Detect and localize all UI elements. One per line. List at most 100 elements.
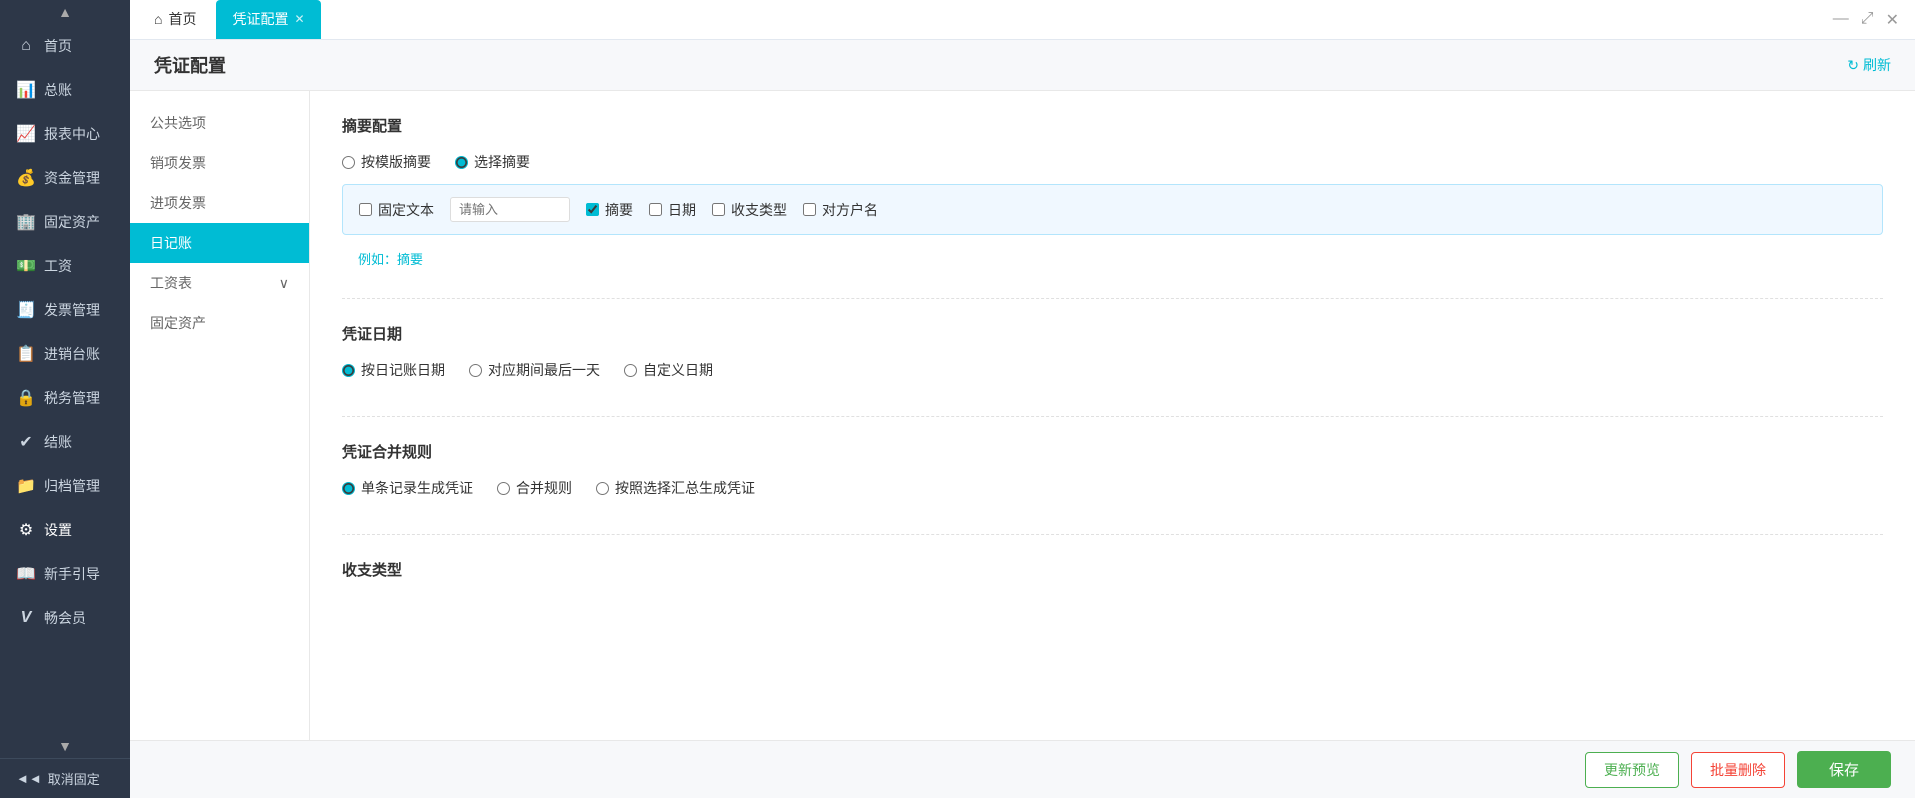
salary-icon: 💵 [16, 256, 36, 276]
settings-icon: ⚙ [16, 520, 36, 540]
example-text: 例如：摘要 [342, 243, 1883, 274]
window-controls: — ⤢ ✕ [1833, 10, 1907, 30]
sidebar-item-vip[interactable]: V 畅会员 [0, 596, 130, 640]
left-nav-sales-invoice[interactable]: 销项发票 [130, 143, 309, 183]
batch-delete-button[interactable]: 批量删除 [1691, 752, 1785, 788]
summary-radio-group: 按模版摘要 选择摘要 [342, 152, 1883, 172]
maximize-btn[interactable]: ⤢ [1861, 10, 1874, 30]
date-section: 凭证日期 按日记账日期 对应期间最后一天 自定义日期 [342, 323, 1883, 417]
income-expense-title: 收支类型 [342, 559, 1883, 580]
date-radio-journal[interactable]: 按日记账日期 [342, 360, 445, 380]
merge-title: 凭证合并规则 [342, 441, 1883, 462]
tab-voucher-config[interactable]: 凭证配置 ✕ [216, 0, 320, 39]
merge-radio-merge[interactable]: 合并规则 [497, 478, 572, 498]
tab-close-icon[interactable]: ✕ [294, 12, 304, 26]
sidebar-item-archive[interactable]: 📁 归档管理 [0, 464, 130, 508]
income-expense-checkbox[interactable] [712, 203, 725, 216]
checkbox-income-expense[interactable]: 收支类型 [712, 200, 787, 220]
summary-section: 摘要配置 按模版摘要 选择摘要 [342, 115, 1883, 299]
left-nav: 公共选项 销项发票 进项发票 日记账 工资表 ∨ 固定资产 [130, 91, 310, 740]
invoice-icon: 🧾 [16, 300, 36, 320]
page-header: 凭证配置 ↻ 刷新 [130, 40, 1915, 91]
fixed-text-input[interactable] [450, 197, 570, 222]
date-radio-custom[interactable]: 自定义日期 [624, 360, 713, 380]
chart-icon: 📊 [16, 80, 36, 100]
sidebar-scroll-down[interactable]: ▼ [0, 734, 130, 758]
date-radio-custom-input[interactable] [624, 364, 637, 377]
sidebar-item-salary[interactable]: 💵 工资 [0, 244, 130, 288]
left-nav-payroll[interactable]: 工资表 ∨ [130, 263, 309, 303]
summary-checkbox-row: 固定文本 摘要 日期 收支类型 [342, 184, 1883, 235]
sidebar-unpin-btn[interactable]: ◄◄ 取消固定 [0, 758, 130, 798]
content-layout: 公共选项 销项发票 进项发票 日记账 工资表 ∨ 固定资产 [130, 91, 1915, 740]
merge-radio-summary-input[interactable] [596, 482, 609, 495]
sidebar-item-invoice[interactable]: 🧾 发票管理 [0, 288, 130, 332]
sidebar-item-home[interactable]: ⌂ 首页 [0, 24, 130, 68]
archive-icon: 📁 [16, 476, 36, 496]
summary-title: 摘要配置 [342, 115, 1883, 136]
date-radio-last-day-input[interactable] [469, 364, 482, 377]
sidebar-item-reports[interactable]: 📈 报表中心 [0, 112, 130, 156]
refresh-icon: ↻ [1847, 57, 1859, 74]
merge-radio-single[interactable]: 单条记录生成凭证 [342, 478, 473, 498]
sidebar-item-checkout[interactable]: ✔ 结账 [0, 420, 130, 464]
refresh-button[interactable]: ↻ 刷新 [1847, 55, 1891, 75]
income-expense-section: 收支类型 [342, 559, 1883, 620]
right-content: 摘要配置 按模版摘要 选择摘要 [310, 91, 1915, 740]
main-area: ⌂ 首页 凭证配置 ✕ — ⤢ ✕ 凭证配置 ↻ 刷新 公共选项 [130, 0, 1915, 798]
minimize-btn[interactable]: — [1833, 10, 1849, 30]
tax-icon: 🔒 [16, 388, 36, 408]
summary-checkbox[interactable] [586, 203, 599, 216]
report-icon: 📈 [16, 124, 36, 144]
sidebar-item-sales-ledger[interactable]: 📋 进销台账 [0, 332, 130, 376]
sales-ledger-icon: 📋 [16, 344, 36, 364]
summary-radio-template-input[interactable] [342, 156, 355, 169]
sidebar-item-assets[interactable]: 🏢 固定资产 [0, 200, 130, 244]
page-title: 凭证配置 [154, 52, 226, 78]
page-content: 凭证配置 ↻ 刷新 公共选项 销项发票 进项发票 日记账 [130, 40, 1915, 798]
checkbox-date[interactable]: 日期 [649, 200, 696, 220]
left-nav-fixed-assets[interactable]: 固定资产 [130, 303, 309, 343]
building-icon: 🏢 [16, 212, 36, 232]
sidebar-nav: ⌂ 首页 📊 总账 📈 报表中心 💰 资金管理 🏢 固定资产 💵 工资 🧾 发票… [0, 24, 130, 734]
left-nav-public-options[interactable]: 公共选项 [130, 103, 309, 143]
merge-radio-summary[interactable]: 按照选择汇总生成凭证 [596, 478, 755, 498]
sidebar: ▲ ⌂ 首页 📊 总账 📈 报表中心 💰 资金管理 🏢 固定资产 💵 工资 🧾 [0, 0, 130, 798]
update-preview-button[interactable]: 更新预览 [1585, 752, 1679, 788]
home-tab-icon: ⌂ [154, 11, 162, 27]
summary-radio-select[interactable]: 选择摘要 [455, 152, 530, 172]
merge-radio-single-input[interactable] [342, 482, 355, 495]
guide-icon: 📖 [16, 564, 36, 584]
left-nav-journal[interactable]: 日记账 [130, 223, 309, 263]
bottom-bar: 更新预览 批量删除 保存 [130, 740, 1915, 798]
close-btn[interactable]: ✕ [1886, 10, 1899, 30]
checkbox-fixed-text[interactable]: 固定文本 [359, 200, 434, 220]
sidebar-scroll-up[interactable]: ▲ [0, 0, 130, 24]
vip-icon: V [16, 609, 36, 627]
sidebar-item-tax[interactable]: 🔒 税务管理 [0, 376, 130, 420]
checkout-icon: ✔ [16, 432, 36, 452]
home-icon: ⌂ [16, 37, 36, 55]
sidebar-item-ledger[interactable]: 📊 总账 [0, 68, 130, 112]
sidebar-item-settings[interactable]: ⚙ 设置 [0, 508, 130, 552]
tab-bar: ⌂ 首页 凭证配置 ✕ — ⤢ ✕ [130, 0, 1915, 40]
sidebar-item-funds[interactable]: 💰 资金管理 [0, 156, 130, 200]
date-radio-group: 按日记账日期 对应期间最后一天 自定义日期 [342, 360, 1883, 380]
summary-radio-template[interactable]: 按模版摘要 [342, 152, 431, 172]
date-title: 凭证日期 [342, 323, 1883, 344]
fixed-text-checkbox[interactable] [359, 203, 372, 216]
date-radio-journal-input[interactable] [342, 364, 355, 377]
unpin-icon: ◄◄ [16, 771, 42, 786]
date-radio-last-day[interactable]: 对应期间最后一天 [469, 360, 600, 380]
date-checkbox[interactable] [649, 203, 662, 216]
sidebar-item-guide[interactable]: 📖 新手引导 [0, 552, 130, 596]
merge-radio-merge-input[interactable] [497, 482, 510, 495]
checkbox-counterpart[interactable]: 对方户名 [803, 200, 878, 220]
merge-radio-group: 单条记录生成凭证 合并规则 按照选择汇总生成凭证 [342, 478, 1883, 498]
tab-home[interactable]: ⌂ 首页 [138, 0, 212, 39]
save-button[interactable]: 保存 [1797, 751, 1891, 788]
summary-radio-select-input[interactable] [455, 156, 468, 169]
left-nav-purchase-invoice[interactable]: 进项发票 [130, 183, 309, 223]
checkbox-summary[interactable]: 摘要 [586, 200, 633, 220]
counterpart-checkbox[interactable] [803, 203, 816, 216]
